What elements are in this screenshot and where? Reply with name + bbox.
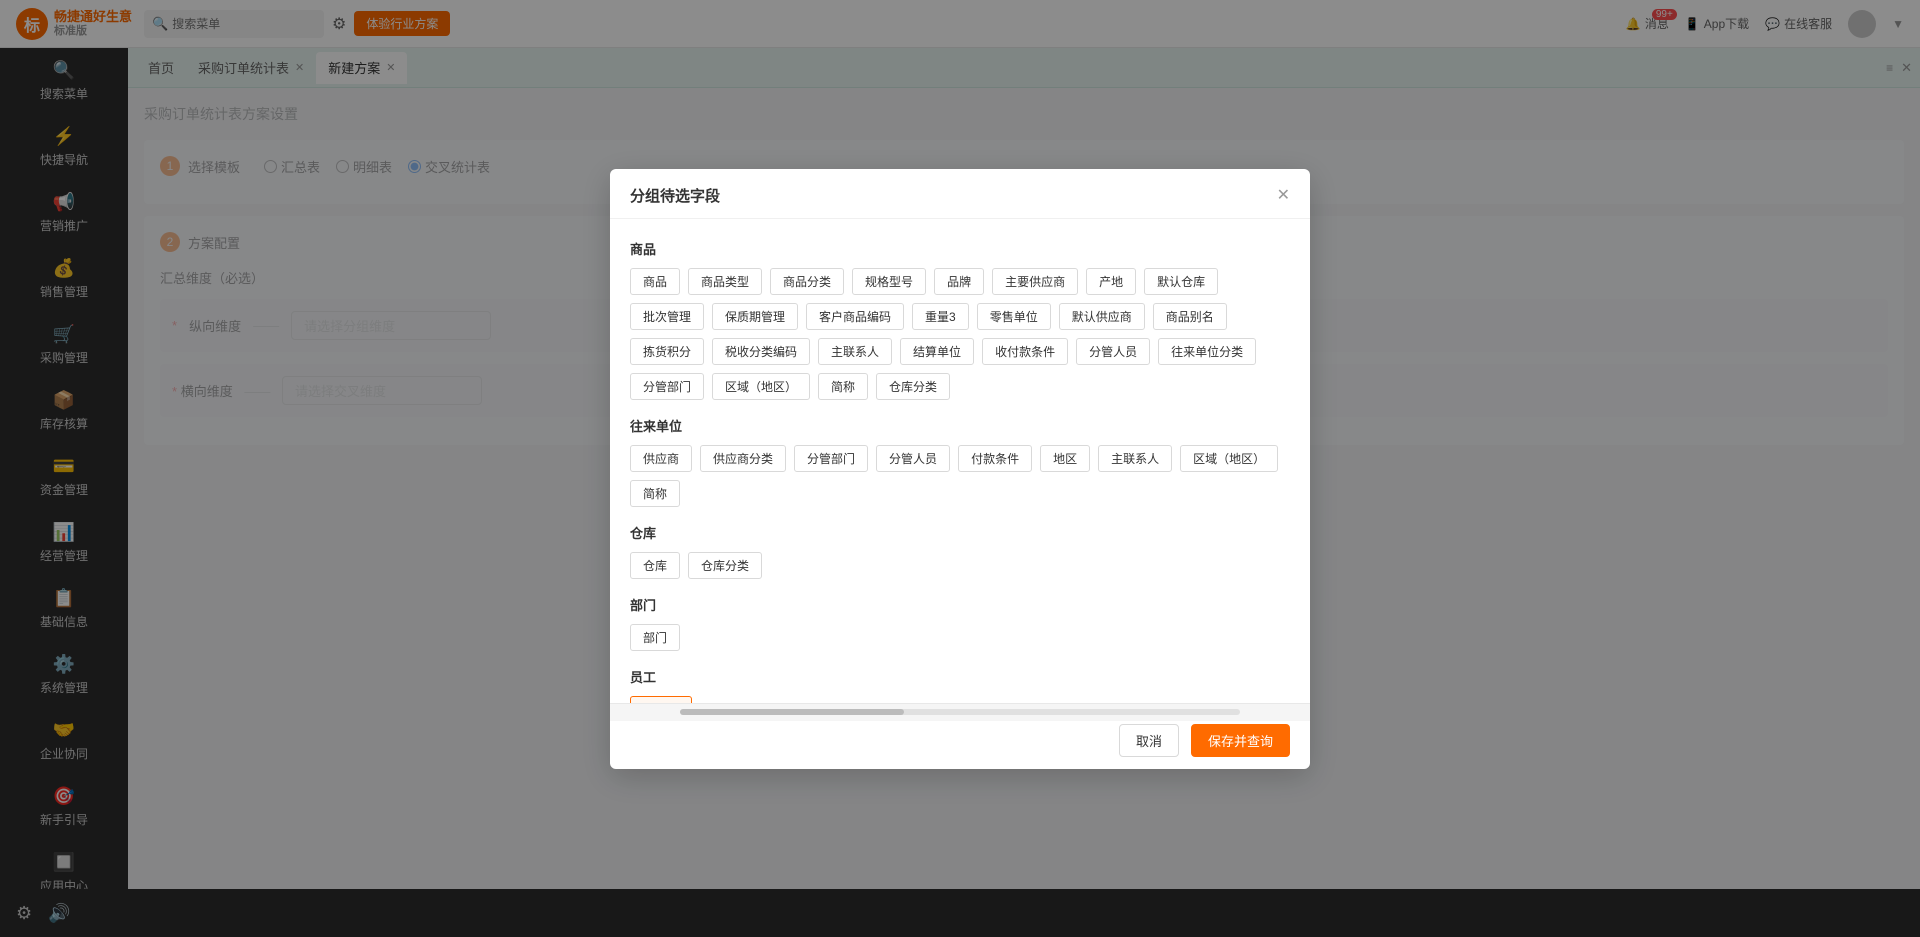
field-dept[interactable]: 分管部门 bbox=[630, 373, 704, 400]
field-partner-region[interactable]: 区域（地区） bbox=[1180, 445, 1278, 472]
field-supervisor[interactable]: 分管人员 bbox=[1076, 338, 1150, 365]
field-batch-manage[interactable]: 批次管理 bbox=[630, 303, 704, 330]
section-warehouse: 仓库 仓库 仓库分类 bbox=[630, 523, 1290, 579]
modal-close-button[interactable]: ✕ bbox=[1277, 185, 1290, 205]
field-default-supplier[interactable]: 默认供应商 bbox=[1059, 303, 1145, 330]
field-spec[interactable]: 规格型号 bbox=[852, 268, 926, 295]
field-selector-modal: 分组待选字段 ✕ 商品 商品 商品类型 商品分类 规格型号 品牌 主要供应商 产… bbox=[610, 169, 1310, 769]
modal-body: 商品 商品 商品类型 商品分类 规格型号 品牌 主要供应商 产地 默认仓库 批次… bbox=[610, 219, 1310, 711]
modal-title: 分组待选字段 bbox=[630, 185, 720, 206]
field-origin[interactable]: 产地 bbox=[1086, 268, 1136, 295]
field-partner-short[interactable]: 简称 bbox=[630, 480, 680, 507]
field-partner-contact[interactable]: 主联系人 bbox=[1098, 445, 1172, 472]
field-warehouse-category[interactable]: 仓库分类 bbox=[876, 373, 950, 400]
field-partner-dept[interactable]: 分管部门 bbox=[794, 445, 868, 472]
field-shelf-life[interactable]: 保质期管理 bbox=[712, 303, 798, 330]
field-goods[interactable]: 商品 bbox=[630, 268, 680, 295]
section-partner-title: 往来单位 bbox=[630, 416, 1290, 435]
section-department-grid: 部门 bbox=[630, 624, 1290, 651]
section-goods: 商品 商品 商品类型 商品分类 规格型号 品牌 主要供应商 产地 默认仓库 批次… bbox=[630, 239, 1290, 400]
section-department: 部门 部门 bbox=[630, 595, 1290, 651]
field-weight[interactable]: 重量3 bbox=[912, 303, 969, 330]
field-payment-terms[interactable]: 收付款条件 bbox=[982, 338, 1068, 365]
modal-confirm-button[interactable]: 保存并查询 bbox=[1191, 724, 1290, 757]
field-region[interactable]: 区域（地区） bbox=[712, 373, 810, 400]
section-partner: 往来单位 供应商 供应商分类 分管部门 分管人员 付款条件 地区 主联系人 区域… bbox=[630, 416, 1290, 507]
field-wh-cat[interactable]: 仓库分类 bbox=[688, 552, 762, 579]
field-main-supplier[interactable]: 主要供应商 bbox=[992, 268, 1078, 295]
field-pick-points[interactable]: 拣货积分 bbox=[630, 338, 704, 365]
section-goods-title: 商品 bbox=[630, 239, 1290, 258]
field-tax-code[interactable]: 税收分类编码 bbox=[712, 338, 810, 365]
field-main-contact[interactable]: 主联系人 bbox=[818, 338, 892, 365]
field-settlement-unit[interactable]: 结算单位 bbox=[900, 338, 974, 365]
field-supplier-category[interactable]: 供应商分类 bbox=[700, 445, 786, 472]
section-department-title: 部门 bbox=[630, 595, 1290, 614]
field-brand[interactable]: 品牌 bbox=[934, 268, 984, 295]
modal-cancel-button[interactable]: 取消 bbox=[1119, 724, 1179, 757]
field-default-warehouse[interactable]: 默认仓库 bbox=[1144, 268, 1218, 295]
modal-footer: 取消 保存并查询 bbox=[610, 711, 1310, 769]
field-goods-type[interactable]: 商品类型 bbox=[688, 268, 762, 295]
field-retail-unit[interactable]: 零售单位 bbox=[977, 303, 1051, 330]
field-customer-code[interactable]: 客户商品编码 bbox=[806, 303, 904, 330]
field-goods-category[interactable]: 商品分类 bbox=[770, 268, 844, 295]
field-supplier[interactable]: 供应商 bbox=[630, 445, 692, 472]
section-warehouse-title: 仓库 bbox=[630, 523, 1290, 542]
section-warehouse-grid: 仓库 仓库分类 bbox=[630, 552, 1290, 579]
field-alias[interactable]: 商品别名 bbox=[1153, 303, 1227, 330]
field-wh[interactable]: 仓库 bbox=[630, 552, 680, 579]
field-area[interactable]: 地区 bbox=[1040, 445, 1090, 472]
field-payment-condition[interactable]: 付款条件 bbox=[958, 445, 1032, 472]
section-employee-title: 员工 bbox=[630, 667, 1290, 686]
field-department[interactable]: 部门 bbox=[630, 624, 680, 651]
field-partner-category[interactable]: 往来单位分类 bbox=[1158, 338, 1256, 365]
modal-header: 分组待选字段 ✕ bbox=[610, 169, 1310, 219]
field-partner-supervisor[interactable]: 分管人员 bbox=[876, 445, 950, 472]
section-goods-grid: 商品 商品类型 商品分类 规格型号 品牌 主要供应商 产地 默认仓库 批次管理 … bbox=[630, 268, 1290, 400]
section-partner-grid: 供应商 供应商分类 分管部门 分管人员 付款条件 地区 主联系人 区域（地区） … bbox=[630, 445, 1290, 507]
field-short-name[interactable]: 简称 bbox=[818, 373, 868, 400]
